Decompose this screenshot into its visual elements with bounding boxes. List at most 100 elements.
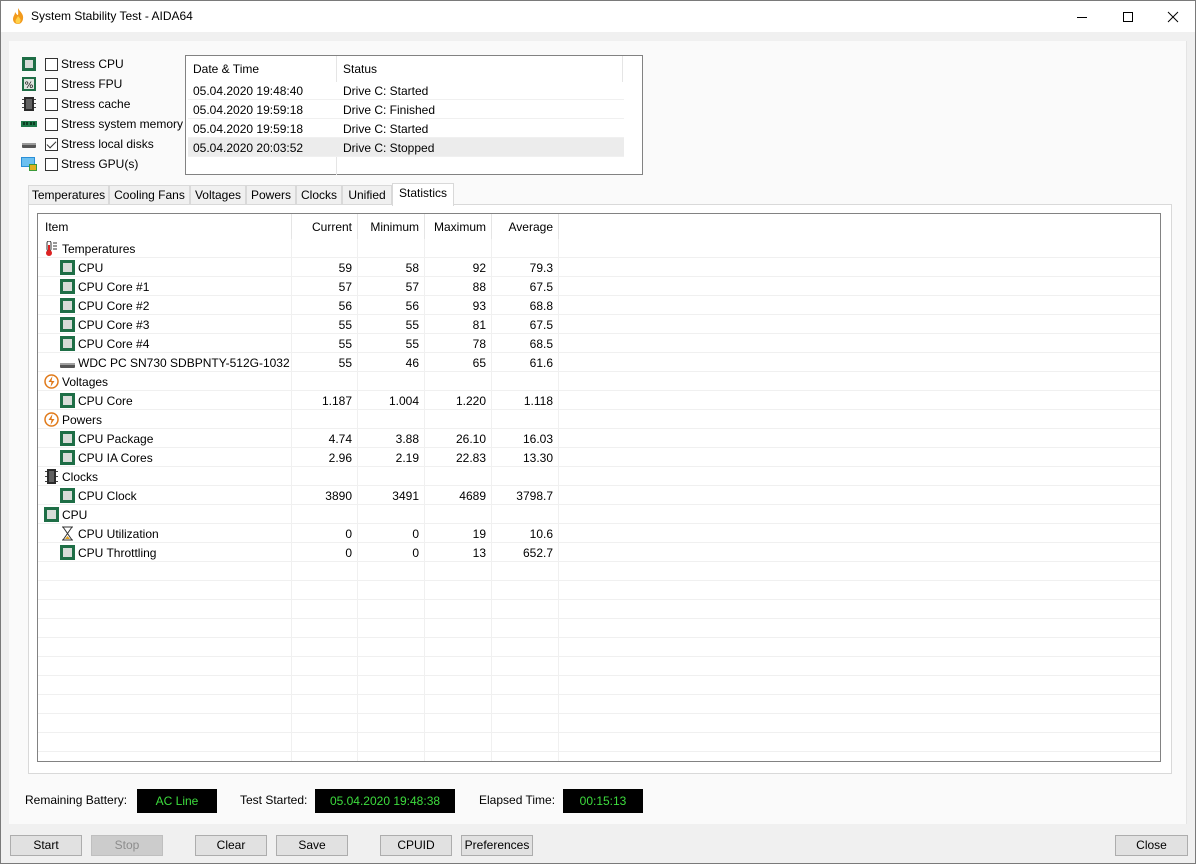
svg-text:%: % bbox=[25, 81, 34, 91]
table-row[interactable]: CPU IA Cores 2.96 2.19 22.83 13.30 bbox=[38, 448, 1160, 467]
col-average[interactable]: Average bbox=[509, 220, 553, 234]
empty-row bbox=[38, 581, 1160, 600]
table-row[interactable]: CPU Utilization 0 0 19 10.6 bbox=[38, 524, 1160, 543]
empty-row bbox=[38, 752, 1160, 761]
lightning-icon bbox=[44, 412, 59, 427]
stress-fpu-option[interactable]: % Stress FPU bbox=[21, 75, 196, 93]
log-datetime: 05.04.2020 19:48:40 bbox=[193, 84, 304, 98]
stop-button[interactable]: Stop bbox=[91, 835, 163, 856]
event-log-table[interactable]: Date & Time Status 05.04.2020 19:48:40 D… bbox=[185, 55, 643, 175]
group-row[interactable]: Voltages bbox=[38, 372, 1160, 391]
table-row[interactable]: CPU Core #2 56 56 93 68.8 bbox=[38, 296, 1160, 315]
value-minimum: 2.19 bbox=[395, 451, 419, 465]
stress-cpu-option[interactable]: Stress CPU bbox=[21, 55, 196, 73]
tab-voltages[interactable]: Voltages bbox=[190, 185, 246, 205]
value-minimum: 0 bbox=[412, 527, 419, 541]
cpu-chip-icon bbox=[44, 507, 59, 522]
group-row[interactable]: Temperatures bbox=[38, 239, 1160, 258]
cpu-chip-icon bbox=[60, 279, 75, 294]
group-row[interactable]: Clocks bbox=[38, 467, 1160, 486]
log-row[interactable]: 05.04.2020 19:48:40 Drive C: Started bbox=[188, 81, 624, 100]
item-name: CPU Clock bbox=[78, 489, 137, 503]
log-row-selected[interactable]: 05.04.2020 20:03:52 Drive C: Stopped bbox=[188, 138, 624, 157]
cache-chip-icon bbox=[22, 97, 36, 111]
col-maximum[interactable]: Maximum bbox=[434, 220, 486, 234]
close-button[interactable]: Close bbox=[1115, 835, 1188, 856]
test-started-value: 05.04.2020 19:48:38 bbox=[315, 789, 455, 813]
cpuid-button[interactable]: CPUID bbox=[380, 835, 452, 856]
column-divider[interactable] bbox=[558, 214, 559, 239]
log-datetime: 05.04.2020 19:59:18 bbox=[193, 103, 304, 117]
tab-clocks[interactable]: Clocks bbox=[296, 185, 342, 205]
value-maximum: 92 bbox=[472, 261, 486, 275]
tab-powers[interactable]: Powers bbox=[246, 185, 296, 205]
stress-cpu-checkbox[interactable] bbox=[45, 57, 58, 71]
log-row[interactable]: 05.04.2020 19:59:18 Drive C: Finished bbox=[188, 100, 624, 119]
table-row[interactable]: CPU Core #1 57 57 88 67.5 bbox=[38, 277, 1160, 296]
group-row[interactable]: Powers bbox=[38, 410, 1160, 429]
cpu-chip-icon bbox=[60, 450, 75, 465]
group-row[interactable]: CPU bbox=[38, 505, 1160, 524]
col-minimum[interactable]: Minimum bbox=[370, 220, 419, 234]
table-row[interactable]: CPU 59 58 92 79.3 bbox=[38, 258, 1160, 277]
stress-fpu-checkbox[interactable] bbox=[45, 77, 58, 91]
stress-disks-option[interactable]: Stress local disks bbox=[21, 135, 196, 153]
start-button[interactable]: Start bbox=[10, 835, 82, 856]
value-average: 61.6 bbox=[529, 356, 553, 370]
save-button[interactable]: Save bbox=[276, 835, 348, 856]
log-row[interactable]: 05.04.2020 19:59:18 Drive C: Started bbox=[188, 119, 624, 138]
maximize-icon bbox=[1123, 11, 1133, 22]
table-row[interactable]: CPU Core #3 55 55 81 67.5 bbox=[38, 315, 1160, 334]
table-row[interactable]: CPU Core #4 55 55 78 68.5 bbox=[38, 334, 1160, 353]
item-name: CPU Package bbox=[78, 432, 154, 446]
column-divider[interactable] bbox=[424, 214, 425, 239]
log-col-status[interactable]: Status bbox=[343, 62, 377, 76]
value-minimum: 55 bbox=[405, 318, 419, 332]
tab-statistics[interactable]: Statistics bbox=[392, 183, 454, 206]
tab-cooling-fans[interactable]: Cooling Fans bbox=[109, 185, 190, 205]
empty-row bbox=[38, 714, 1160, 733]
value-current: 3890 bbox=[325, 489, 352, 503]
stress-memory-checkbox[interactable] bbox=[45, 117, 58, 131]
log-col-datetime[interactable]: Date & Time bbox=[193, 62, 259, 76]
close-window-button[interactable] bbox=[1150, 1, 1196, 32]
stress-memory-option[interactable]: Stress system memory bbox=[21, 115, 196, 133]
item-name: CPU Core #1 bbox=[78, 280, 150, 294]
column-divider[interactable] bbox=[336, 56, 337, 82]
statistics-table[interactable]: Item Current Minimum Maximum Average Tem… bbox=[37, 213, 1161, 762]
value-average: 16.03 bbox=[522, 432, 553, 446]
minimize-button[interactable] bbox=[1059, 1, 1105, 32]
table-row[interactable]: CPU Throttling 0 0 13 652.7 bbox=[38, 543, 1160, 562]
column-divider[interactable] bbox=[291, 214, 292, 239]
clear-button[interactable]: Clear bbox=[195, 835, 267, 856]
group-name: Clocks bbox=[62, 470, 99, 484]
stress-gpu-label: Stress GPU(s) bbox=[61, 157, 139, 171]
tab-unified[interactable]: Unified bbox=[342, 185, 392, 205]
value-minimum: 3491 bbox=[392, 489, 419, 503]
value-maximum: 4689 bbox=[459, 489, 486, 503]
stress-cache-option[interactable]: Stress cache bbox=[21, 95, 196, 113]
table-row[interactable]: WDC PC SN730 SDBPNTY-512G-1032 55 46 65 61.6 bbox=[38, 353, 1160, 372]
stress-gpu-option[interactable]: Stress GPU(s) bbox=[21, 155, 196, 173]
item-name: CPU Core bbox=[78, 394, 133, 408]
column-divider[interactable] bbox=[491, 214, 492, 239]
table-row[interactable]: CPU Core 1.187 1.004 1.220 1.118 bbox=[38, 391, 1160, 410]
log-status: Drive C: Started bbox=[343, 122, 429, 136]
value-current: 2.96 bbox=[328, 451, 352, 465]
stress-disks-checkbox[interactable] bbox=[45, 137, 58, 151]
stress-cache-checkbox[interactable] bbox=[45, 97, 58, 111]
cpu-chip-icon bbox=[60, 336, 75, 351]
stress-gpu-checkbox[interactable] bbox=[45, 157, 58, 171]
col-item[interactable]: Item bbox=[45, 220, 68, 234]
column-divider[interactable] bbox=[622, 56, 623, 82]
column-divider[interactable] bbox=[357, 214, 358, 239]
value-maximum: 13 bbox=[472, 546, 486, 560]
tab-temperatures[interactable]: Temperatures bbox=[28, 185, 109, 205]
log-header: Date & Time Status bbox=[186, 56, 642, 82]
table-row[interactable]: CPU Clock 3890 3491 4689 3798.7 bbox=[38, 486, 1160, 505]
cpu-chip-icon bbox=[60, 545, 75, 560]
table-row[interactable]: CPU Package 4.74 3.88 26.10 16.03 bbox=[38, 429, 1160, 448]
col-current[interactable]: Current bbox=[312, 220, 352, 234]
maximize-button[interactable] bbox=[1105, 1, 1151, 32]
preferences-button[interactable]: Preferences bbox=[461, 835, 533, 856]
